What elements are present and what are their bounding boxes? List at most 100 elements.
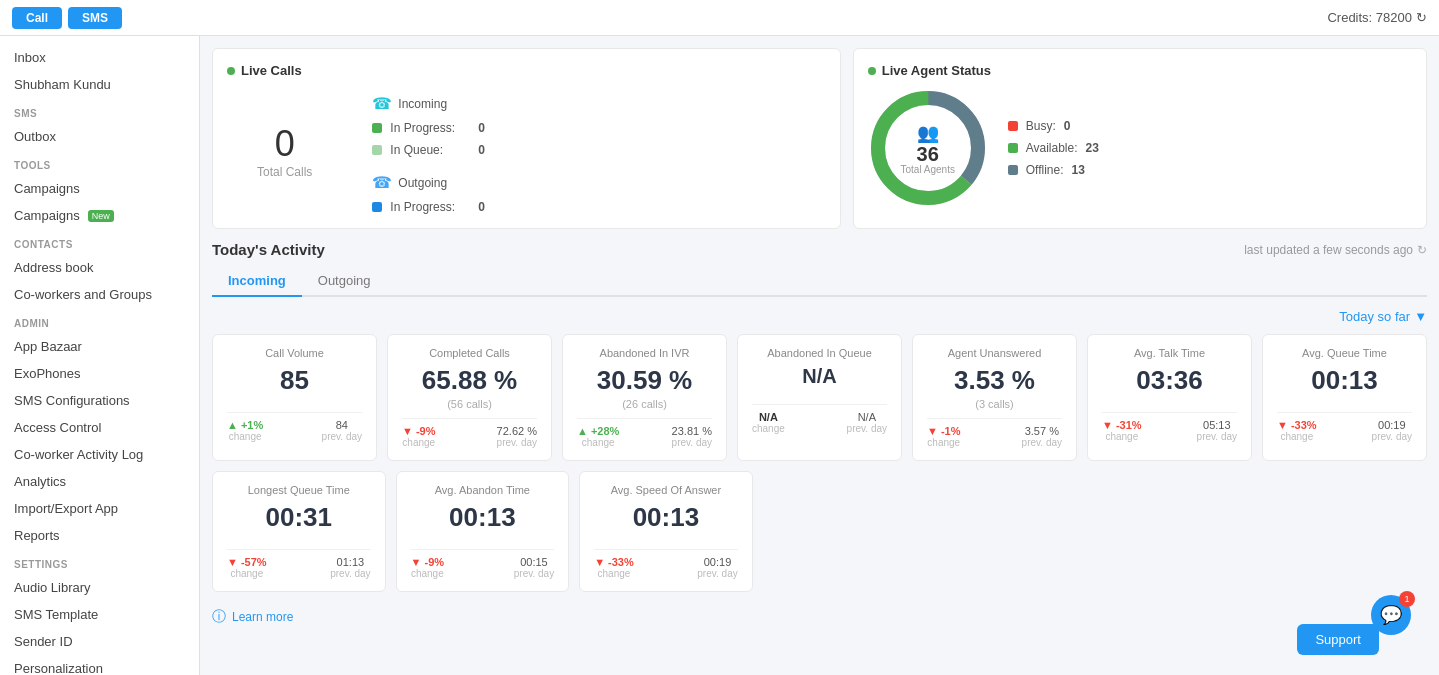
stat-change-label: change (411, 568, 444, 579)
last-updated: last updated a few seconds ago ↻ (1244, 243, 1427, 257)
sidebar-section-admin: ADMIN (0, 308, 199, 333)
in-queue-row: In Queue: 0 (372, 143, 485, 157)
refresh-icon[interactable]: ↻ (1417, 243, 1427, 257)
sidebar-item-personalization[interactable]: Personalization (0, 655, 199, 675)
sidebar-item-campaigns[interactable]: Campaigns (0, 175, 199, 202)
main-content: Live Calls 0 Total Calls ☎ Incoming (200, 36, 1439, 675)
stat-card-footer: ▼ -57% change 01:13 prev. day (227, 549, 371, 579)
total-agents-number: 36 (900, 144, 954, 164)
change-col: N/A change (752, 411, 785, 434)
stat-card-value: 00:31 (227, 502, 371, 533)
busy-dot (1008, 121, 1018, 131)
stat-prev-label: prev. day (697, 568, 737, 579)
stat-card-value: 65.88 % (402, 365, 537, 396)
stat-change: ▼ -1% (927, 425, 961, 437)
stat-prev: 00:19 (1378, 419, 1406, 431)
sidebar-item-exophones[interactable]: ExoPhones (0, 360, 199, 387)
available-row: Available: 23 (1008, 141, 1099, 155)
sidebar-item-sms-template[interactable]: SMS Template (0, 601, 199, 628)
stat-card: Avg. Speed Of Answer 00:13 ▼ -33% change… (579, 471, 753, 592)
donut-center: 👥 36 Total Agents (900, 122, 954, 175)
stat-card-value: 3.53 % (927, 365, 1062, 396)
support-button[interactable]: Support (1297, 624, 1379, 655)
total-calls-number: 0 (275, 123, 295, 165)
stat-card-value: 30.59 % (577, 365, 712, 396)
prev-col: 00:19 prev. day (1372, 419, 1412, 442)
live-dot (227, 67, 235, 75)
period-button[interactable]: Today so far ▼ (1339, 309, 1427, 324)
outgoing-in-progress-row: In Progress: 0 (372, 200, 485, 214)
sidebar-item-reports[interactable]: Reports (0, 522, 199, 549)
stat-card-title: Abandoned In IVR (577, 347, 712, 359)
chat-button[interactable]: 💬 1 (1371, 595, 1411, 635)
stat-change-label: change (1280, 431, 1313, 442)
stat-card-title: Call Volume (227, 347, 362, 359)
stat-prev-label: prev. day (672, 437, 712, 448)
call-button[interactable]: Call (12, 7, 62, 29)
sidebar-item-coworkers[interactable]: Co-workers and Groups (0, 281, 199, 308)
sidebar: Inbox Shubham Kundu SMS Outbox TOOLS Cam… (0, 36, 200, 675)
change-col: ▼ -31% change (1102, 419, 1142, 442)
prev-col: 00:15 prev. day (514, 556, 554, 579)
sms-button[interactable]: SMS (68, 7, 122, 29)
outgoing-section-label: ☎ Outgoing (372, 173, 485, 192)
new-badge: New (88, 210, 114, 222)
stat-card-value: 00:13 (594, 502, 738, 533)
in-progress-row: In Progress: 0 (372, 121, 485, 135)
stat-change-label: change (752, 423, 785, 434)
todays-activity-title: Today's Activity (212, 241, 325, 258)
tab-incoming[interactable]: Incoming (212, 266, 302, 297)
stat-card-sub: (3 calls) (927, 398, 1062, 410)
sidebar-item[interactable]: Shubham Kundu (0, 71, 199, 98)
stat-card: Longest Queue Time 00:31 ▼ -57% change 0… (212, 471, 386, 592)
stat-change: ▼ -9% (402, 425, 436, 437)
prev-col: 72.62 % prev. day (497, 425, 537, 448)
outgoing-in-progress-dot (372, 202, 382, 212)
change-col: ▲ +1% change (227, 419, 263, 442)
stat-change-label: change (402, 437, 435, 448)
stat-prev-label: prev. day (1022, 437, 1062, 448)
stat-card-value: 00:13 (1277, 365, 1412, 396)
stat-change: ▼ -31% (1102, 419, 1142, 431)
stats-grid-1: Call Volume 85 ▲ +1% change 84 prev. day… (212, 334, 1427, 461)
sidebar-item-coworker-activity[interactable]: Co-worker Activity Log (0, 441, 199, 468)
sidebar-item-sender-id[interactable]: Sender ID (0, 628, 199, 655)
sidebar-item-access-control[interactable]: Access Control (0, 414, 199, 441)
sidebar-item-import-export[interactable]: Import/Export App (0, 495, 199, 522)
todays-activity-header: Today's Activity last updated a few seco… (212, 241, 1427, 258)
sidebar-section-contacts: CONTACTS (0, 229, 199, 254)
sidebar-item-address-book[interactable]: Address book (0, 254, 199, 281)
tab-outgoing[interactable]: Outgoing (302, 266, 387, 297)
stat-card: Call Volume 85 ▲ +1% change 84 prev. day (212, 334, 377, 461)
prev-col: 23.81 % prev. day (672, 425, 712, 448)
change-col: ▼ -1% change (927, 425, 961, 448)
in-progress-dot (372, 123, 382, 133)
stat-change: ▼ -9% (411, 556, 445, 568)
live-row: Live Calls 0 Total Calls ☎ Incoming (212, 48, 1427, 229)
sidebar-item-outbox[interactable]: Outbox (0, 123, 199, 150)
sidebar-item-sms-config[interactable]: SMS Configurations (0, 387, 199, 414)
info-icon: ⓘ (212, 608, 226, 626)
stat-change: ▲ +1% (227, 419, 263, 431)
stat-card-footer: ▲ +1% change 84 prev. day (227, 412, 362, 442)
sidebar-item-campaigns-new[interactable]: CampaignsNew (0, 202, 199, 229)
stat-prev: 72.62 % (497, 425, 537, 437)
stat-prev: 00:19 (704, 556, 732, 568)
stat-change-label: change (927, 437, 960, 448)
stat-change-label: change (1105, 431, 1138, 442)
learn-more[interactable]: ⓘ Learn more (212, 602, 1427, 632)
stat-change: N/A (759, 411, 778, 423)
stats-grid-2: Longest Queue Time 00:31 ▼ -57% change 0… (212, 471, 753, 592)
stat-card-sub: (26 calls) (577, 398, 712, 410)
stat-card-value: 03:36 (1102, 365, 1237, 396)
sidebar-section-tools: TOOLS (0, 150, 199, 175)
main-layout: Inbox Shubham Kundu SMS Outbox TOOLS Cam… (0, 36, 1439, 675)
stat-prev: 84 (336, 419, 348, 431)
sidebar-item-audio-library[interactable]: Audio Library (0, 574, 199, 601)
stat-prev-label: prev. day (1197, 431, 1237, 442)
sidebar-item[interactable]: Inbox (0, 44, 199, 71)
chat-icon: 💬 (1380, 604, 1402, 626)
sidebar-item-app-bazaar[interactable]: App Bazaar (0, 333, 199, 360)
sidebar-item-analytics[interactable]: Analytics (0, 468, 199, 495)
chat-badge: 1 (1399, 591, 1415, 607)
